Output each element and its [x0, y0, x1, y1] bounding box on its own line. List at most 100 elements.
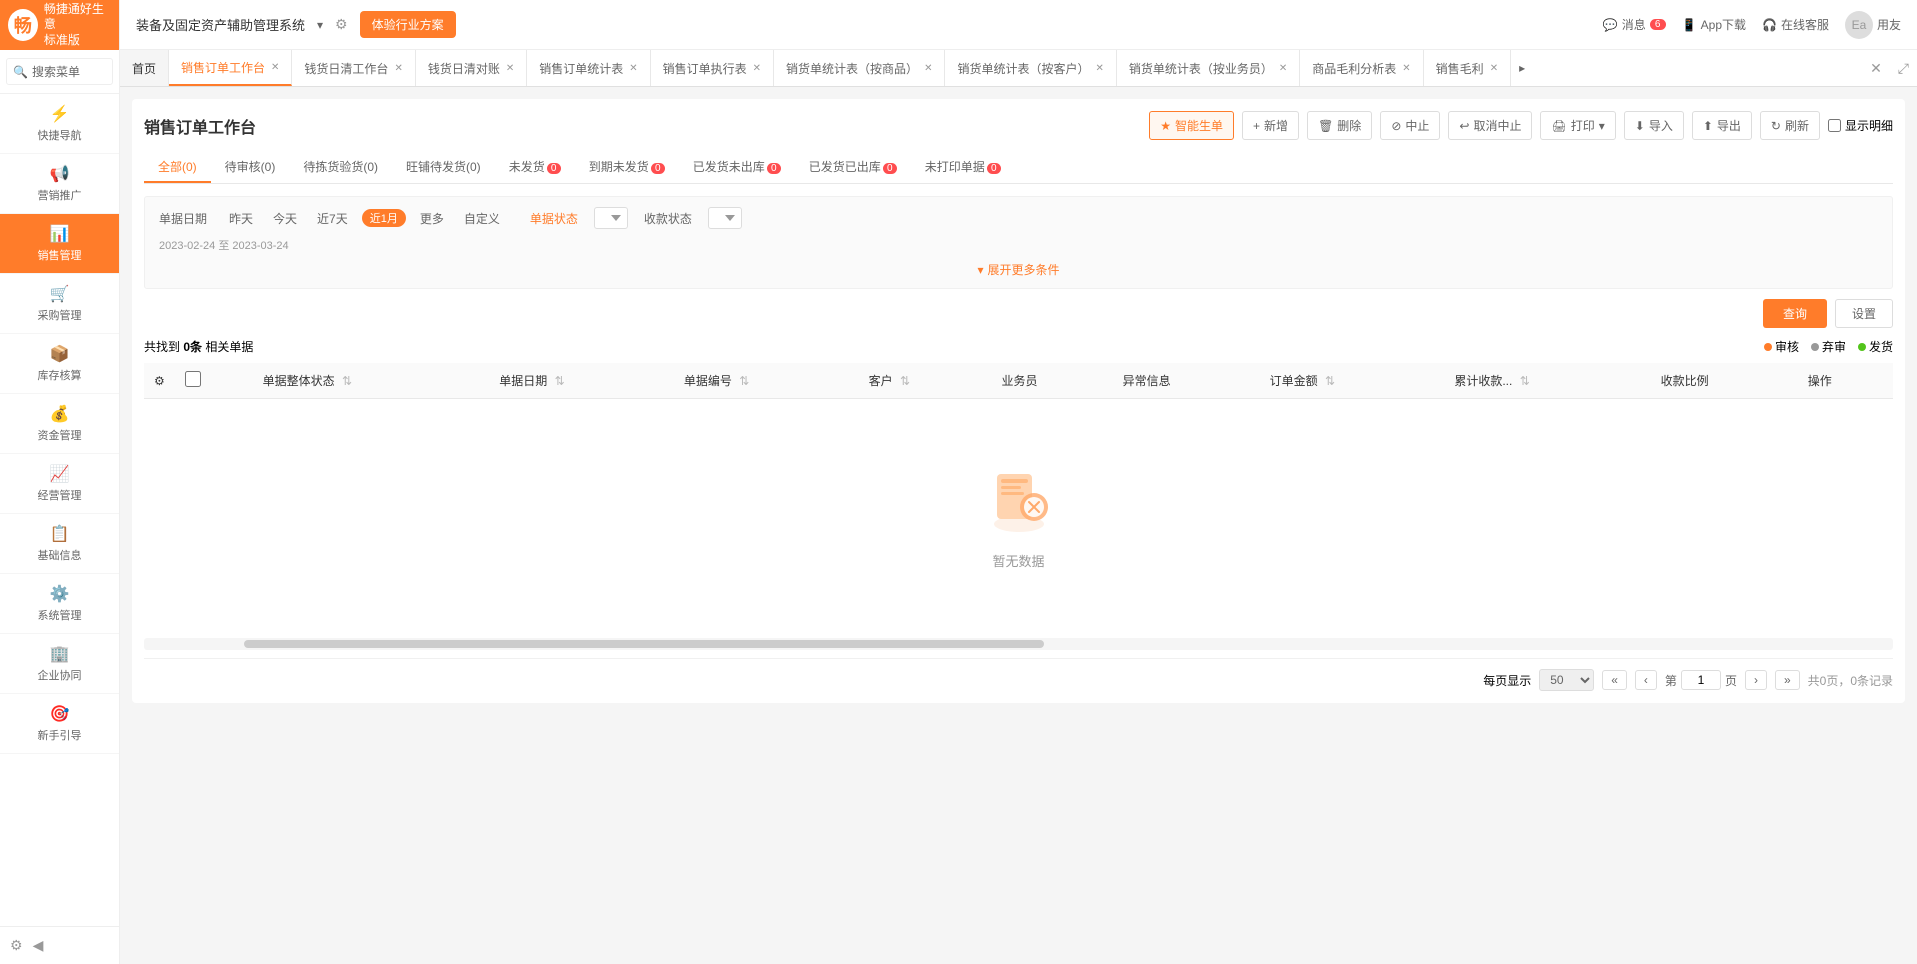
payment-filter-select[interactable]	[708, 207, 742, 229]
tab-sales-stats[interactable]: 销售订单统计表 ✕	[527, 50, 650, 86]
sub-tab-expired-not-shipped[interactable]: 到期未发货0	[575, 152, 679, 183]
tab-sales-workbench[interactable]: 销售订单工作台 ✕	[169, 50, 292, 86]
workbench-panel: 销售订单工作台 ★ 智能生单 + 新增 🗑 删除 ⊘	[132, 99, 1905, 703]
tab-sales-amount[interactable]: 销售毛利 ✕	[1424, 50, 1511, 86]
tab-sales-exec[interactable]: 销售订单执行表 ✕	[651, 50, 774, 86]
date-7days[interactable]: 近7天	[311, 208, 354, 229]
date-more[interactable]: 更多	[414, 208, 450, 229]
tab-gross-profit[interactable]: 商品毛利分析表 ✕	[1300, 50, 1423, 86]
date-1month[interactable]: 近1月	[362, 209, 406, 227]
tab-close-sales-stats[interactable]: ✕	[629, 63, 637, 74]
sidebar-item-system[interactable]: ⚙️ 系统管理	[0, 574, 119, 634]
column-settings-icon[interactable]: ⚙	[154, 374, 165, 388]
tab-close-sales-stats-product[interactable]: ✕	[924, 63, 932, 74]
ship-action[interactable]: 发货	[1858, 338, 1893, 355]
sub-tab-all[interactable]: 全部(0)	[144, 152, 211, 183]
cancel-stop-button[interactable]: ↩ 取消中止	[1448, 111, 1532, 140]
app-download-button[interactable]: 📱 App下载	[1682, 16, 1746, 33]
sort-customer-icon[interactable]: ⇅	[900, 374, 910, 388]
page-number-input[interactable]	[1681, 670, 1721, 690]
tab-close-gross-profit[interactable]: ✕	[1402, 63, 1410, 74]
sub-tab-not-printed[interactable]: 未打印单据0	[911, 152, 1015, 183]
tab-fullscreen-icon[interactable]: ⤢	[1890, 60, 1917, 77]
tab-close-cash-reconcile[interactable]: ✕	[506, 63, 514, 74]
tab-close-sales-exec[interactable]: ✕	[753, 63, 761, 74]
status-filter-select[interactable]	[594, 207, 628, 229]
next-page-button[interactable]: ›	[1745, 670, 1767, 690]
tab-close-sales-stats-customer[interactable]: ✕	[1095, 63, 1103, 74]
first-page-button[interactable]: «	[1602, 670, 1627, 690]
sort-date-icon[interactable]: ⇅	[555, 374, 565, 388]
tab-sales-stats-customer[interactable]: 销货单统计表（按客户） ✕	[945, 50, 1116, 86]
th-date: 单据日期 ⇅	[489, 363, 674, 399]
sub-tab-pending-inspection[interactable]: 待拣货验货(0)	[289, 152, 392, 183]
horizontal-scrollbar[interactable]	[144, 638, 1893, 650]
select-all-checkbox[interactable]	[185, 371, 201, 387]
smart-create-button[interactable]: ★ 智能生单	[1149, 111, 1234, 140]
prev-page-button[interactable]: ‹	[1635, 670, 1657, 690]
tab-sales-stats-staff[interactable]: 销货单统计表（按业务员） ✕	[1117, 50, 1300, 86]
sort-status-icon[interactable]: ⇅	[342, 374, 352, 388]
page-size-select[interactable]: 50 10 20 100	[1539, 669, 1594, 691]
scrollbar-thumb[interactable]	[244, 640, 1044, 648]
tab-sales-stats-product[interactable]: 销货单统计表（按商品） ✕	[774, 50, 945, 86]
expand-more-button[interactable]: ▾ 展开更多条件	[977, 261, 1059, 278]
sub-tab-pending-review[interactable]: 待审核(0)	[211, 152, 290, 183]
sort-amount-icon[interactable]: ⇅	[1325, 374, 1335, 388]
show-detail-checkbox-label[interactable]: 显示明细	[1828, 117, 1893, 134]
system-dropdown[interactable]: ▾	[317, 18, 323, 32]
collapse-icon[interactable]: ◀	[33, 937, 44, 954]
tab-home[interactable]: 首页	[120, 50, 169, 86]
tab-close-sales-stats-staff[interactable]: ✕	[1279, 63, 1287, 74]
show-detail-checkbox[interactable]	[1828, 119, 1841, 132]
date-today[interactable]: 今天	[267, 208, 303, 229]
user-avatar: Ea	[1845, 11, 1873, 39]
tab-cash-reconcile[interactable]: 钱货日清对账 ✕	[416, 50, 527, 86]
set-button[interactable]: 设置	[1835, 299, 1893, 328]
refresh-button[interactable]: ↻ 刷新	[1760, 111, 1820, 140]
review-action[interactable]: 审核	[1764, 338, 1799, 355]
delete-button[interactable]: 🗑 删除	[1307, 111, 1372, 140]
tab-close-all-icon[interactable]: ✕	[1862, 60, 1890, 77]
settings-icon[interactable]: ⚙	[10, 937, 23, 954]
sub-tab-shipped-not-stored[interactable]: 已发货未出库0	[679, 152, 795, 183]
sidebar-item-basic-info[interactable]: 📋 基础信息	[0, 514, 119, 574]
date-yesterday[interactable]: 昨天	[223, 208, 259, 229]
th-collected: 累计收款... ⇅	[1444, 363, 1650, 399]
sort-collected-icon[interactable]: ⇅	[1520, 374, 1530, 388]
solution-button[interactable]: 体验行业方案	[360, 11, 456, 38]
print-button[interactable]: 🖨 打印 ▾	[1540, 111, 1615, 140]
gear-icon[interactable]: ⚙	[335, 16, 348, 33]
tab-close-cash-daily[interactable]: ✕	[394, 63, 402, 74]
sidebar-item-inventory[interactable]: 📦 库存核算	[0, 334, 119, 394]
sidebar-item-marketing[interactable]: 📢 营销推广	[0, 154, 119, 214]
tab-close-sales-workbench[interactable]: ✕	[271, 62, 279, 73]
sidebar-item-sales[interactable]: 📊 销售管理	[0, 214, 119, 274]
online-service-button[interactable]: 🎧 在线客服	[1762, 16, 1829, 33]
sub-tab-wangpu[interactable]: 旺铺待发货(0)	[392, 152, 495, 183]
message-button[interactable]: 💬 消息 6	[1603, 16, 1666, 33]
query-button[interactable]: 查询	[1763, 299, 1827, 328]
import-button[interactable]: ⬇ 导入	[1624, 111, 1684, 140]
tabs-more-button[interactable]: ▸	[1511, 61, 1533, 75]
sidebar-item-guide[interactable]: 🎯 新手引导	[0, 694, 119, 754]
search-menu-button[interactable]: 🔍 搜索菜单	[6, 58, 113, 85]
sidebar-item-quick-nav[interactable]: ⚡ 快捷导航	[0, 94, 119, 154]
stop-button[interactable]: ⊘ 中止	[1380, 111, 1440, 140]
sidebar-item-operations[interactable]: 📈 经营管理	[0, 454, 119, 514]
sub-tab-shipped-stored[interactable]: 已发货已出库0	[795, 152, 911, 183]
user-menu[interactable]: Ea 用友	[1845, 11, 1901, 39]
sub-tab-not-shipped[interactable]: 未发货0	[495, 152, 575, 183]
tab-cash-daily[interactable]: 钱货日清工作台 ✕	[292, 50, 415, 86]
last-page-button[interactable]: »	[1775, 670, 1800, 690]
date-custom[interactable]: 自定义	[458, 208, 506, 229]
sidebar-item-purchase[interactable]: 🛒 采购管理	[0, 274, 119, 334]
sort-number-icon[interactable]: ⇅	[739, 374, 749, 388]
tab-close-sales-amount[interactable]: ✕	[1490, 63, 1498, 74]
export-button[interactable]: ⬆ 导出	[1692, 111, 1752, 140]
sidebar-item-finance[interactable]: 💰 资金管理	[0, 394, 119, 454]
new-button[interactable]: + 新增	[1242, 111, 1299, 140]
cancel-review-action[interactable]: 弃审	[1811, 338, 1846, 355]
sidebar-item-enterprise[interactable]: 🏢 企业协同	[0, 634, 119, 694]
page-info: 第 页	[1665, 670, 1737, 690]
